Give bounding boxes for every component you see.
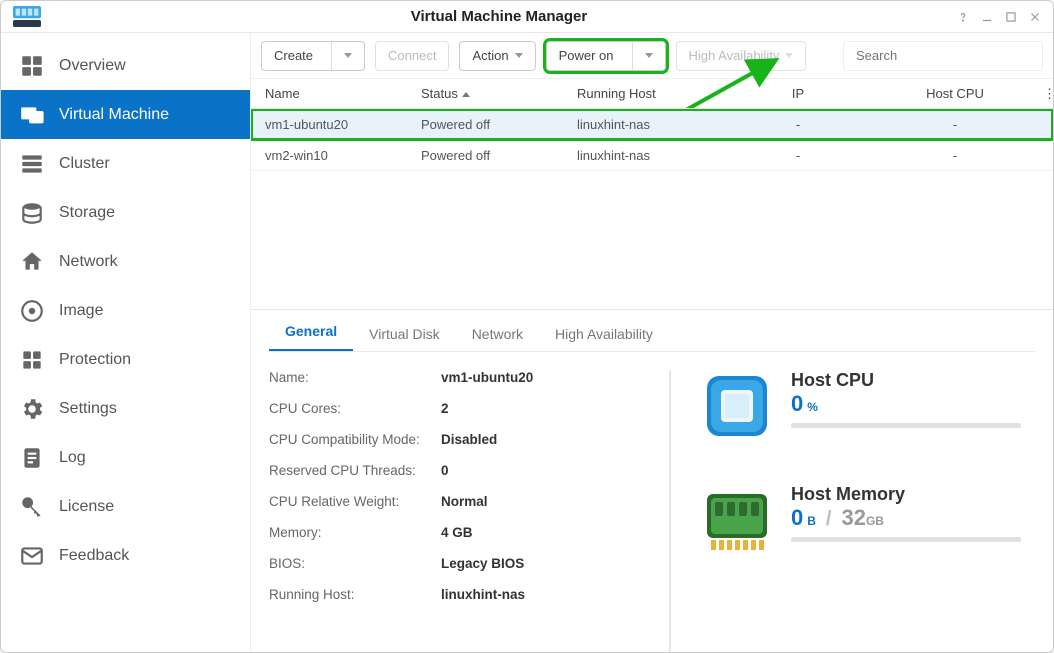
property-row: CPU Cores:2: [269, 401, 639, 416]
property-row: Name:vm1-ubuntu20: [269, 370, 639, 385]
sidebar-item-label: Cluster: [59, 155, 110, 173]
sidebar-item-label: Virtual Machine: [59, 106, 169, 124]
connect-button[interactable]: Connect: [375, 41, 449, 71]
host-stats: Host CPU 0% Host Memory: [701, 370, 1035, 652]
sidebar-item-label: License: [59, 498, 114, 516]
main-panel: Create Connect Action Power on High Avai…: [251, 33, 1053, 652]
create-button[interactable]: Create: [261, 41, 365, 71]
sidebar-item-image[interactable]: Image: [1, 286, 250, 335]
sidebar: Overview Virtual Machine Cluster Storage Net…: [1, 33, 251, 652]
detail-tabs: GeneralVirtual DiskNetworkHigh Availabil…: [269, 310, 1035, 352]
help-button[interactable]: [951, 5, 975, 29]
tab-network[interactable]: Network: [456, 316, 539, 352]
property-row: Reserved CPU Threads:0: [269, 463, 639, 478]
cluster-icon: [19, 151, 45, 177]
sidebar-item-overview[interactable]: Overview: [1, 41, 250, 90]
cpu-value: 0: [791, 391, 803, 417]
col-more[interactable]: ⋮: [1029, 86, 1053, 102]
property-row: CPU Compatibility Mode:Disabled: [269, 432, 639, 447]
sidebar-item-label: Feedback: [59, 547, 129, 565]
vm-icon: [19, 102, 45, 128]
memory-total-value: 32: [841, 505, 865, 530]
overview-icon: [19, 53, 45, 79]
tab-virtual-disk[interactable]: Virtual Disk: [353, 316, 456, 352]
details-pane: GeneralVirtual DiskNetworkHigh Availabil…: [251, 309, 1053, 652]
property-row: Running Host:linuxhint-nas: [269, 587, 639, 602]
action-button[interactable]: Action: [459, 41, 535, 71]
close-button[interactable]: [1023, 5, 1047, 29]
high-availability-button[interactable]: High Availability: [676, 41, 807, 71]
col-status[interactable]: Status: [407, 86, 563, 101]
col-name[interactable]: Name: [251, 86, 407, 101]
property-row: BIOS:Legacy BIOS: [269, 556, 639, 571]
memory-bar: [791, 537, 1021, 542]
col-host-cpu[interactable]: Host CPU: [867, 86, 1029, 101]
col-ip[interactable]: IP: [715, 86, 867, 101]
sidebar-item-protect[interactable]: Protection: [1, 335, 250, 384]
col-running-host[interactable]: Running Host: [563, 86, 715, 101]
cpu-chip-icon: [701, 370, 773, 442]
sidebar-item-settings[interactable]: Settings: [1, 384, 250, 433]
sidebar-item-label: Network: [59, 253, 118, 271]
property-row: Memory:4 GB: [269, 525, 639, 540]
sidebar-item-license[interactable]: License: [1, 482, 250, 531]
settings-icon: [19, 396, 45, 422]
protect-icon: [19, 347, 45, 373]
sidebar-item-label: Storage: [59, 204, 115, 222]
log-icon: [19, 445, 45, 471]
power-on-button[interactable]: Power on: [546, 41, 666, 71]
tab-high-availability[interactable]: High Availability: [539, 316, 669, 352]
app-window: Virtual Machine Manager Overview Virtual …: [0, 0, 1054, 653]
host-cpu-stat: Host CPU 0%: [701, 370, 1035, 442]
create-label: Create: [262, 42, 325, 70]
image-icon: [19, 298, 45, 324]
memory-used-value: 0: [791, 505, 803, 531]
toolbar: Create Connect Action Power on High Avai…: [251, 33, 1053, 79]
sidebar-item-cluster[interactable]: Cluster: [1, 139, 250, 188]
search-input[interactable]: [854, 47, 1034, 64]
storage-icon: [19, 200, 45, 226]
memory-title: Host Memory: [791, 484, 1021, 505]
minimize-button[interactable]: [975, 5, 999, 29]
app-icon: [13, 6, 41, 28]
license-icon: [19, 494, 45, 520]
general-properties: Name:vm1-ubuntu20 CPU Cores:2 CPU Compatib…: [269, 370, 639, 652]
table-body: vm1-ubuntu20Powered offlinuxhint-nas--vm…: [251, 109, 1053, 309]
window-title: Virtual Machine Manager: [47, 8, 951, 25]
sidebar-item-label: Log: [59, 449, 86, 467]
table-header: Name Status Running Host IP Host CPU ⋮: [251, 79, 1053, 109]
property-row: CPU Relative Weight:Normal: [269, 494, 639, 509]
sort-asc-icon: [462, 92, 470, 97]
titlebar: Virtual Machine Manager: [1, 1, 1053, 33]
network-icon: [19, 249, 45, 275]
sidebar-item-label: Overview: [59, 57, 126, 75]
table-row[interactable]: vm1-ubuntu20Powered offlinuxhint-nas--: [251, 109, 1053, 140]
host-memory-stat: Host Memory 0B / 32GB: [701, 484, 1035, 556]
table-row[interactable]: vm2-win10Powered offlinuxhint-nas--: [251, 140, 1053, 171]
sidebar-item-label: Protection: [59, 351, 131, 369]
sidebar-item-network[interactable]: Network: [1, 237, 250, 286]
sidebar-item-log[interactable]: Log: [1, 433, 250, 482]
memory-chip-icon: [701, 484, 773, 556]
sidebar-item-vm[interactable]: Virtual Machine: [1, 90, 250, 139]
search-box[interactable]: [843, 41, 1043, 71]
cpu-bar: [791, 423, 1021, 428]
maximize-button[interactable]: [999, 5, 1023, 29]
divider: [669, 370, 671, 652]
sidebar-item-storage[interactable]: Storage: [1, 188, 250, 237]
sidebar-item-feedback[interactable]: Feedback: [1, 531, 250, 580]
feedback-icon: [19, 543, 45, 569]
sidebar-item-label: Settings: [59, 400, 117, 418]
sidebar-item-label: Image: [59, 302, 103, 320]
cpu-title: Host CPU: [791, 370, 1021, 391]
tab-general[interactable]: General: [269, 313, 353, 352]
